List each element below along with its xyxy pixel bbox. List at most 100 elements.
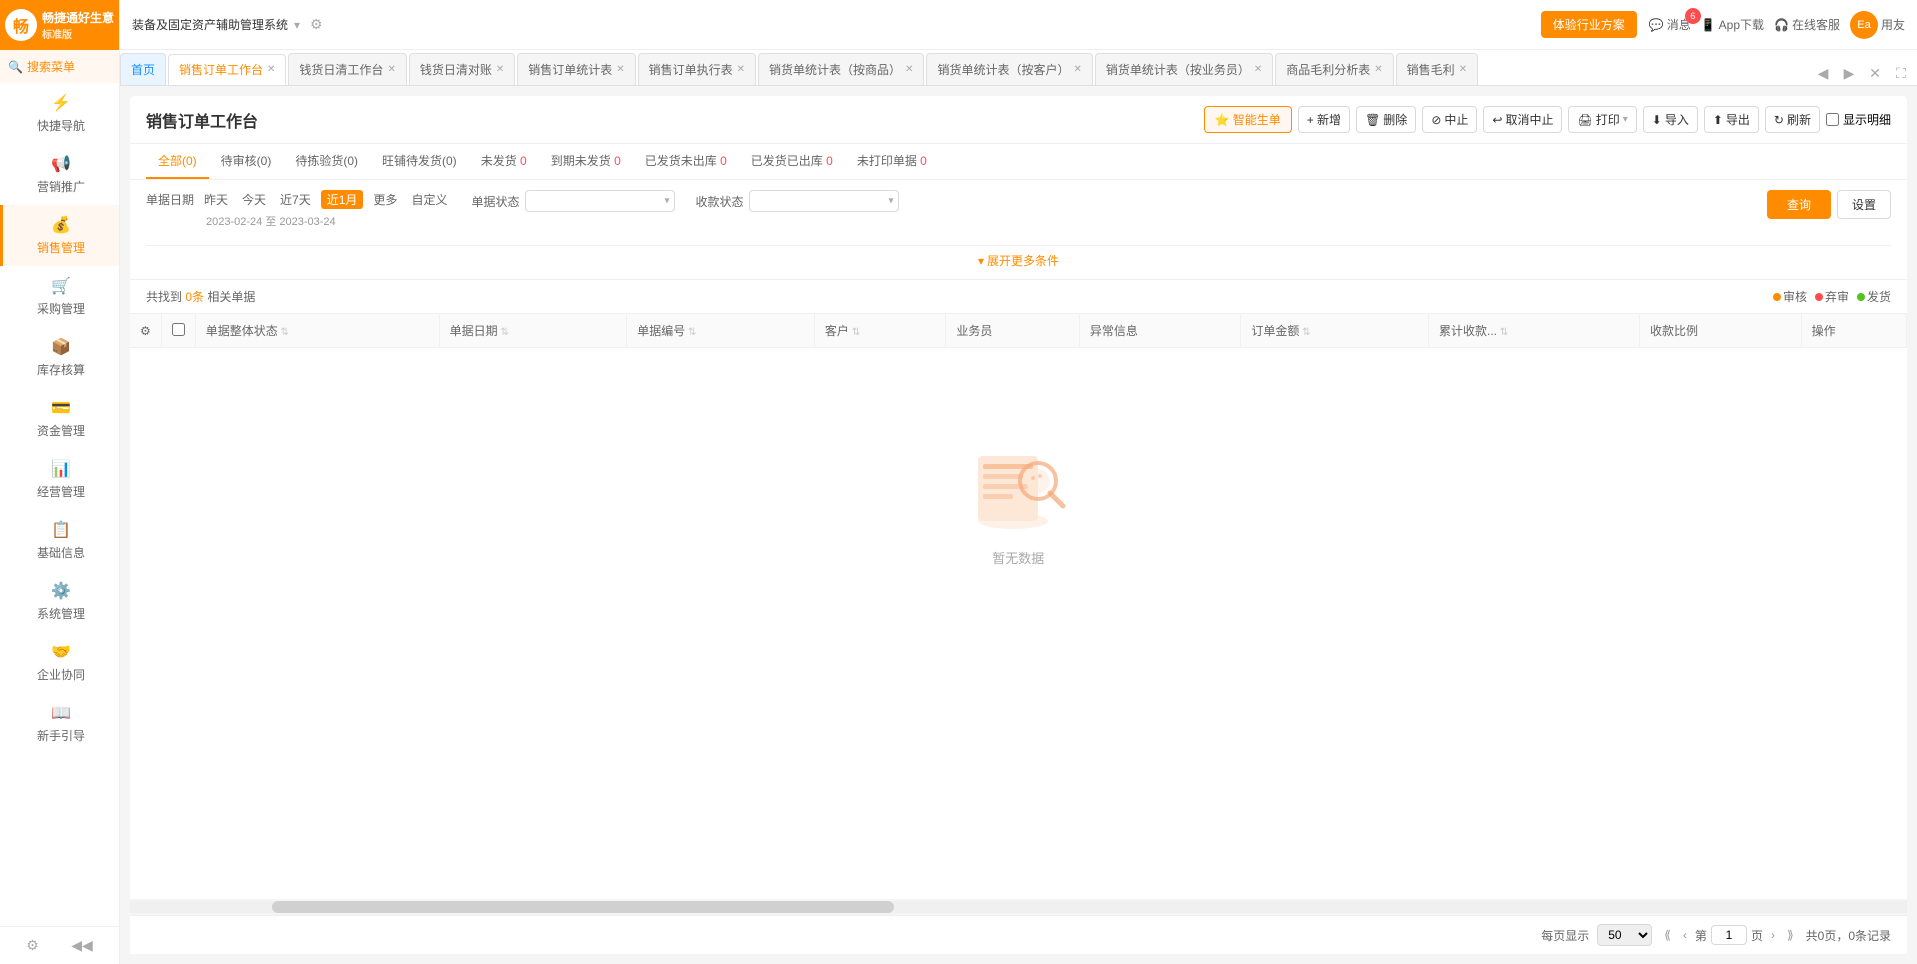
revoke-btn[interactable]: 弃审 [1815,288,1849,305]
tab-close-sales-workbench[interactable]: ✕ [267,64,275,75]
app-download-item[interactable]: 📱 App下载 [1701,16,1764,33]
tab-scroll-right[interactable]: ▶ [1837,61,1861,85]
date-opt-more[interactable]: 更多 [369,190,401,209]
messages-item[interactable]: 💬 6 消息 [1649,16,1691,33]
sidebar-item-quick-nav[interactable]: ⚡ 快捷导航 [0,83,119,144]
tab-close-cash-daily[interactable]: ✕ [387,64,395,75]
export-button[interactable]: ⬆ 导出 [1704,106,1759,133]
sub-tab-not-shipped[interactable]: 未发货 0 [469,144,539,179]
th-staff[interactable]: 业务员 [946,314,1079,348]
table-body: 暂无数据 [130,348,1907,656]
tab-close-goods-customer[interactable]: ✕ [1073,64,1081,75]
sidebar-item-base-info[interactable]: 📋 基础信息 [0,510,119,571]
review-btn[interactable]: 审核 [1773,288,1807,305]
th-status[interactable]: 单据整体状态 [195,314,439,348]
dropdown-arrow-icon[interactable]: ▾ [294,18,300,32]
query-button[interactable]: 查询 [1767,190,1831,219]
sub-tab-wangpu[interactable]: 旺铺待发货(0) [370,144,469,179]
show-details-label[interactable]: 显示明细 [1826,111,1891,128]
delete-button[interactable]: 🗑 删除 [1356,106,1416,133]
tab-close-sales-gross[interactable]: ✕ [1459,64,1467,75]
sub-tab-shipped-not-warehoused[interactable]: 已发货未出库 0 [633,144,739,179]
tab-home[interactable]: 首页 [120,53,166,85]
sub-tab-all[interactable]: 全部(0) [146,144,209,179]
th-checkbox[interactable] [161,314,195,348]
th-received[interactable]: 累计收款... [1428,314,1639,348]
date-opt-today[interactable]: 今天 [238,190,270,209]
date-opt-1month[interactable]: 近1月 [321,190,364,209]
new-button[interactable]: + 新增 [1298,106,1350,133]
tab-sales-exec[interactable]: 销售订单执行表 ✕ [638,53,756,85]
search-icon: 🔍 [8,60,23,74]
tab-sales-stats[interactable]: 销售订单统计表 ✕ [517,53,635,85]
tab-sales-gross[interactable]: 销售毛利 ✕ [1396,53,1478,85]
smart-button[interactable]: ⭐ 智能生单 [1204,106,1292,133]
tab-close-sales-exec[interactable]: ✕ [737,64,745,75]
tab-close-all[interactable]: ✕ [1863,61,1887,85]
tab-close-goods-product[interactable]: ✕ [905,64,913,75]
tab-close-goods-staff[interactable]: ✕ [1254,64,1262,75]
sidebar-item-sales[interactable]: 💰 销售管理 [0,205,119,266]
th-settings[interactable]: ⚙ [130,314,161,348]
tab-cash-daily[interactable]: 钱货日清工作台 ✕ [288,53,406,85]
page-size-select[interactable]: 50 10 20 100 [1597,924,1652,946]
date-opt-custom[interactable]: 自定义 [407,190,451,209]
suspend-button[interactable]: ⊘ 中止 [1422,106,1477,133]
date-opt-yesterday[interactable]: 昨天 [200,190,232,209]
import-button[interactable]: ⬇ 导入 [1643,106,1698,133]
page-first-btn[interactable]: ⟪ [1660,926,1675,944]
sidebar-item-marketing[interactable]: 📢 营销推广 [0,144,119,205]
tab-close-profit[interactable]: ✕ [1374,64,1382,75]
sub-tab-expired-not-shipped[interactable]: 到期未发货 0 [539,144,633,179]
cancel-suspend-button[interactable]: ↩ 取消中止 [1483,106,1562,133]
page-input[interactable] [1711,925,1747,945]
sidebar-item-purchase[interactable]: 🛒 采购管理 [0,266,119,327]
user-item[interactable]: Ea 用友 [1850,11,1905,39]
sub-tab-not-printed[interactable]: 未打印单据 0 [845,144,939,179]
tab-close-cash-reconcile[interactable]: ✕ [496,64,504,75]
set-button[interactable]: 设置 [1837,190,1891,219]
sidebar-item-finance[interactable]: 💳 资金管理 [0,388,119,449]
page-next-btn[interactable]: › [1767,926,1779,944]
tab-sales-workbench[interactable]: 销售订单工作台 ✕ [168,54,286,86]
sidebar-item-system[interactable]: ⚙️ 系统管理 [0,571,119,632]
settings-bottom-icon[interactable]: ⚙ [26,937,39,954]
select-all-checkbox[interactable] [172,323,185,336]
tab-cash-reconcile[interactable]: 钱货日清对账 ✕ [409,53,515,85]
date-opt-7days[interactable]: 近7天 [276,190,315,209]
th-customer[interactable]: 客户 [814,314,945,348]
tab-profit[interactable]: 商品毛利分析表 ✕ [1275,53,1393,85]
expand-button[interactable]: ▾ 展开更多条件 [978,252,1059,269]
sidebar-item-tutorial[interactable]: 📖 新手引导 [0,693,119,754]
th-number[interactable]: 单据编号 [627,314,815,348]
solution-button[interactable]: 体验行业方案 [1541,11,1637,38]
tab-scroll-left[interactable]: ◀ [1811,61,1835,85]
sub-tab-pending-review[interactable]: 待审核(0) [209,144,284,179]
settings-icon[interactable]: ⚙ [310,16,323,33]
ship-btn[interactable]: 发货 [1857,288,1891,305]
sidebar-item-inventory[interactable]: 📦 库存核算 [0,327,119,388]
th-amount[interactable]: 订单金额 [1241,314,1429,348]
tab-goods-product[interactable]: 销货单统计表（按商品） ✕ [758,53,924,85]
sidebar-item-operations[interactable]: 📊 经营管理 [0,449,119,510]
show-details-checkbox[interactable] [1826,113,1839,126]
page-prev-btn[interactable]: ‹ [1679,926,1691,944]
tab-maximize[interactable]: ⛶ [1889,61,1913,85]
payment-select[interactable] [749,190,899,212]
sub-tab-pending-inspect[interactable]: 待拣验货(0) [283,144,370,179]
sidebar-item-enterprise[interactable]: 🤝 企业协同 [0,632,119,693]
tab-goods-staff[interactable]: 销货单统计表（按业务员） ✕ [1095,53,1273,85]
sidebar-search[interactable]: 🔍 搜索菜单 [0,50,119,83]
th-date[interactable]: 单据日期 [439,314,627,348]
table-header: ⚙ 单据整体状态 单据日期 单据编号 客户 业务员 异常信息 订单金额 累计收款… [130,314,1907,348]
collapse-icon[interactable]: ◀◀ [71,937,93,954]
tab-goods-customer[interactable]: 销货单统计表（按客户） ✕ [926,53,1092,85]
horizontal-scrollbar[interactable] [130,901,1907,913]
print-button[interactable]: 🖨 打印 ▾ [1568,106,1636,133]
tab-close-sales-stats[interactable]: ✕ [616,64,624,75]
refresh-button[interactable]: ↻ 刷新 [1765,106,1820,133]
sub-tab-shipped-warehoused[interactable]: 已发货已出库 0 [739,144,845,179]
online-service-item[interactable]: 🎧 在线客服 [1774,16,1840,33]
page-last-btn[interactable]: ⟫ [1783,926,1798,944]
status-select[interactable] [525,190,675,212]
